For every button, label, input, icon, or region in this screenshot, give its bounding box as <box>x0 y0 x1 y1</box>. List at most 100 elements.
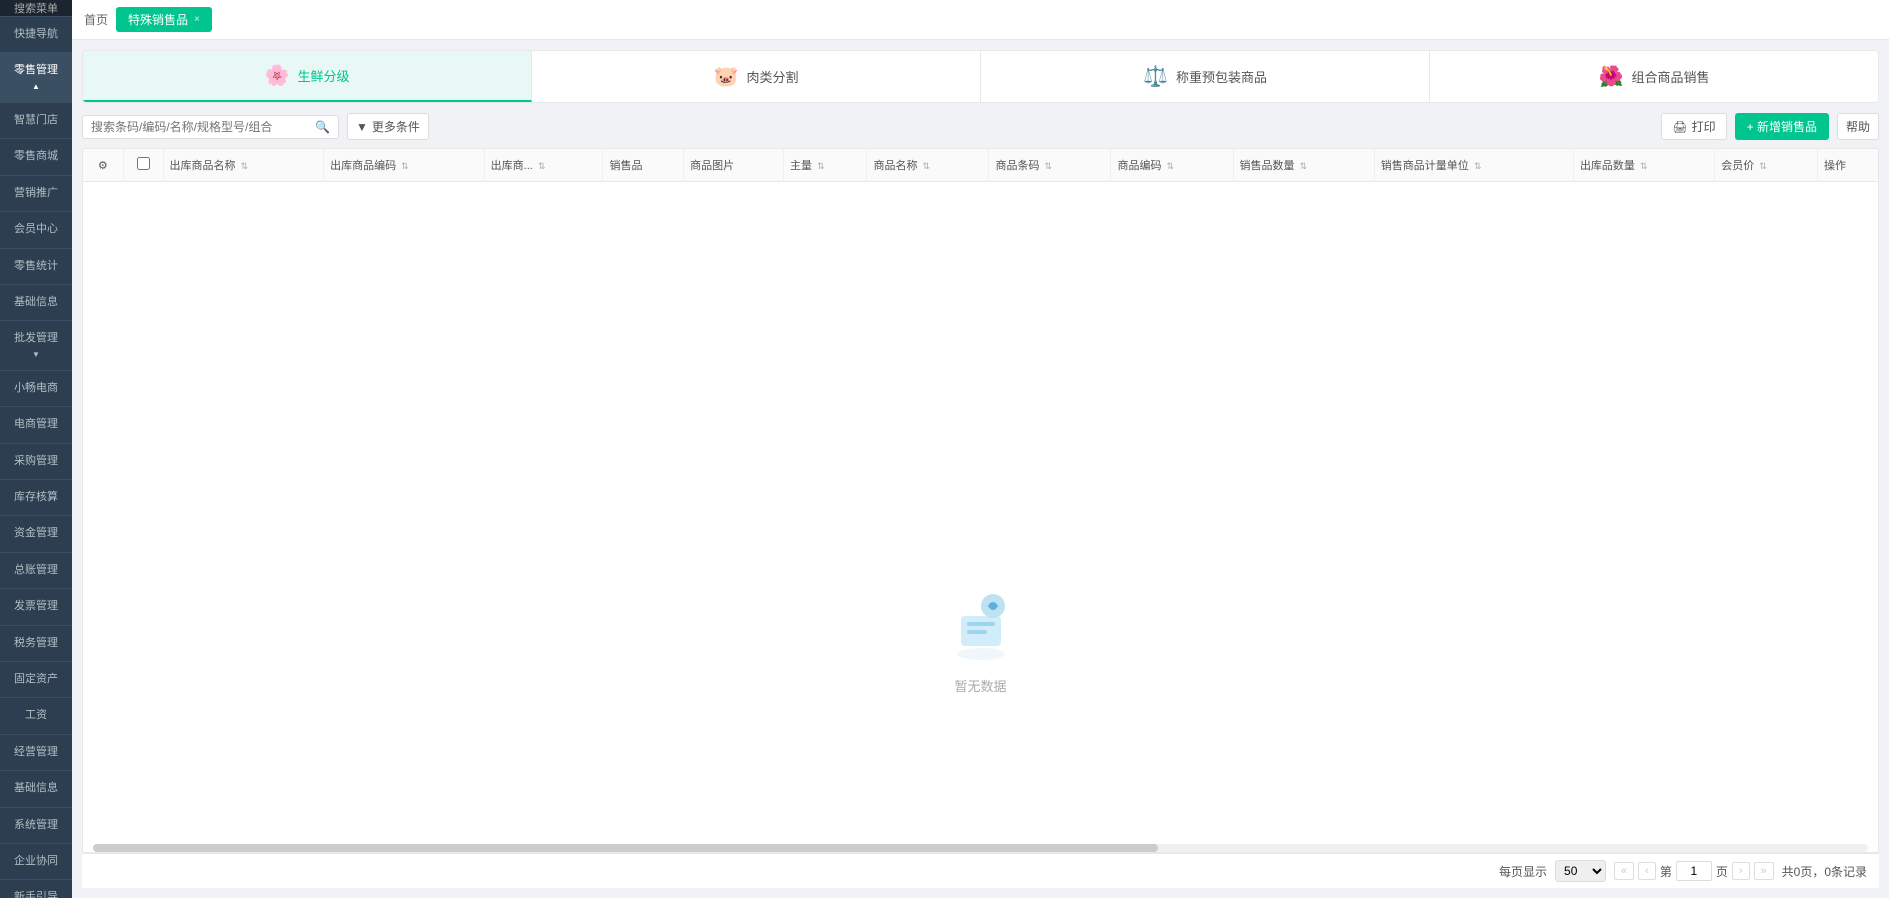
sidebar: 搜索菜单 快捷导航 零售管理 ▲ 智慧门店 零售商城 营销推广 会员中心 零售统… <box>0 0 72 898</box>
fresh-grade-icon: 🌸 <box>265 63 290 88</box>
sidebar-item-retail-mgmt[interactable]: 零售管理 ▲ <box>0 53 72 103</box>
tab-label: 特殊销售品 <box>128 11 188 28</box>
filter-icon: ▼ <box>356 120 368 134</box>
sort-icon-6[interactable]: ⇅ <box>1045 161 1053 171</box>
filter-label: 更多条件 <box>372 118 420 135</box>
sidebar-item-marketing[interactable]: 营销推广 <box>0 176 72 212</box>
last-page-button[interactable]: » <box>1754 862 1774 880</box>
cat-tab-combo-sales[interactable]: 🌺 组合商品销售 <box>1430 51 1878 102</box>
sidebar-item-fixed-assets[interactable]: 固定资产 <box>0 662 72 698</box>
weight-package-icon: ⚖️ <box>1143 64 1168 89</box>
sidebar-item-quick-nav[interactable]: 快捷导航 <box>0 17 72 53</box>
sort-icon-11[interactable]: ⇅ <box>1759 161 1767 171</box>
sidebar-item-mini-ecom[interactable]: 小畅电商 <box>0 371 72 407</box>
select-all-checkbox[interactable] <box>137 157 150 170</box>
combo-sales-icon: 🌺 <box>1599 64 1624 89</box>
meat-cut-icon: 🐷 <box>714 64 739 89</box>
sidebar-item-sys-mgmt[interactable]: 系统管理 <box>0 808 72 844</box>
horizontal-scrollbar[interactable] <box>93 844 1868 852</box>
sidebar-item-wages[interactable]: 工资 <box>0 698 72 734</box>
sidebar-item-finance[interactable]: 资金管理 <box>0 516 72 552</box>
sort-icon-8[interactable]: ⇅ <box>1300 161 1308 171</box>
th-sales-unit: 销售商品计量单位 ⇅ <box>1374 149 1573 182</box>
sidebar-item-corp[interactable]: 企业协同 <box>0 844 72 880</box>
sidebar-item-basic-info2[interactable]: 基础信息 <box>0 771 72 807</box>
print-button[interactable]: 🖨 打印 <box>1661 113 1726 140</box>
filter-button[interactable]: ▼ 更多条件 <box>347 113 429 140</box>
close-tab-button[interactable]: × <box>194 14 200 25</box>
sidebar-item-member[interactable]: 会员中心 <box>0 212 72 248</box>
main-area: 首页 特殊销售品 × 🌸 生鲜分级 🐷 肉类分割 ⚖️ 称重预包装商品 🌺 组合… <box>72 0 1889 898</box>
add-sales-product-button[interactable]: + 新增销售品 <box>1735 113 1829 140</box>
empty-state-text: 暂无数据 <box>954 676 1006 695</box>
cat-tab-meat-cut[interactable]: 🐷 肉类分割 <box>532 51 981 102</box>
data-table: ⚙ 出库商品名称 ⇅ 出库商品编码 ⇅ 出库商... <box>83 149 1878 182</box>
th-out-goods-spec: 出库商... ⇅ <box>484 149 603 182</box>
th-goods-image: 商品图片 <box>684 149 784 182</box>
table-container: ⚙ 出库商品名称 ⇅ 出库商品编码 ⇅ 出库商... <box>82 148 1879 853</box>
home-breadcrumb[interactable]: 首页 <box>84 11 108 28</box>
toolbar-right: 🖨 打印 + 新增销售品 帮助 <box>1661 113 1879 140</box>
page-number-input[interactable] <box>1676 861 1712 881</box>
th-goods-code: 商品编码 ⇅ <box>1111 149 1233 182</box>
sort-icon-2[interactable]: ⇅ <box>401 161 409 171</box>
table-header-row: ⚙ 出库商品名称 ⇅ 出库商品编码 ⇅ 出库商... <box>83 149 1878 182</box>
sidebar-item-invoice[interactable]: 发票管理 <box>0 589 72 625</box>
prev-page-button[interactable]: ‹ <box>1638 862 1656 880</box>
th-sales-qty: 销售品数量 ⇅ <box>1233 149 1374 182</box>
sidebar-item-retail-mall[interactable]: 零售商城 <box>0 139 72 175</box>
active-tab[interactable]: 特殊销售品 × <box>116 7 212 32</box>
sidebar-logo[interactable]: 搜索菜单 <box>0 0 72 17</box>
page-content: 🌸 生鲜分级 🐷 肉类分割 ⚖️ 称重预包装商品 🌺 组合商品销售 🔍 <box>72 40 1889 898</box>
search-box[interactable]: 🔍 <box>82 115 339 139</box>
sort-icon-10[interactable]: ⇅ <box>1640 161 1648 171</box>
sidebar-logo-text: 搜索菜单 <box>14 0 58 16</box>
cat-tab-fresh-grade-label: 生鲜分级 <box>297 66 349 85</box>
print-label: 打印 <box>1692 118 1716 135</box>
sidebar-item-tax[interactable]: 税务管理 <box>0 626 72 662</box>
sidebar-item-newbie[interactable]: 新手引导 <box>0 880 72 898</box>
sidebar-item-basic-info[interactable]: 基础信息 <box>0 285 72 321</box>
cat-tab-meat-cut-label: 肉类分割 <box>746 67 798 86</box>
sidebar-item-smart-store[interactable]: 智慧门店 <box>0 103 72 139</box>
sort-icon[interactable]: ⇅ <box>241 161 249 171</box>
th-config[interactable]: ⚙ <box>83 149 123 182</box>
th-out-qty: 出库品数量 ⇅ <box>1573 149 1714 182</box>
th-barcode: 商品条码 ⇅ <box>989 149 1111 182</box>
th-checkbox[interactable] <box>123 149 163 182</box>
scrollbar-thumb[interactable] <box>93 844 1158 852</box>
toolbar-left: 🔍 ▼ 更多条件 <box>82 113 429 140</box>
sidebar-item-retail-stats[interactable]: 零售统计 <box>0 249 72 285</box>
sort-icon-9[interactable]: ⇅ <box>1474 161 1482 171</box>
th-main-qty: 主量 ⇅ <box>784 149 867 182</box>
per-page-select[interactable]: 10 20 50 100 <box>1555 860 1606 882</box>
sidebar-item-inventory[interactable]: 库存核算 <box>0 480 72 516</box>
help-label: 帮助 <box>1846 120 1870 134</box>
cat-tab-weight-package-label: 称重预包装商品 <box>1176 67 1267 86</box>
sidebar-item-general-ledger[interactable]: 总账管理 <box>0 553 72 589</box>
sidebar-item-ecom-mgmt[interactable]: 电商管理 <box>0 407 72 443</box>
sidebar-item-wholesale[interactable]: 批发管理 ▼ <box>0 321 72 371</box>
th-out-goods-name: 出库商品名称 ⇅ <box>163 149 324 182</box>
th-actions: 操作 <box>1817 149 1878 182</box>
pagination: 每页显示 10 20 50 100 « ‹ 第 页 › » 共0页，0条记录 <box>82 853 1879 888</box>
empty-state: 暂无数据 <box>83 437 1878 845</box>
sort-icon-7[interactable]: ⇅ <box>1167 161 1175 171</box>
first-page-button[interactable]: « <box>1614 862 1634 880</box>
cat-tab-weight-package[interactable]: ⚖️ 称重预包装商品 <box>981 51 1430 102</box>
help-button[interactable]: 帮助 <box>1837 113 1879 140</box>
sort-icon-3[interactable]: ⇅ <box>538 161 546 171</box>
next-page-button[interactable]: › <box>1732 862 1750 880</box>
cat-tab-fresh-grade[interactable]: 🌸 生鲜分级 <box>83 51 532 102</box>
total-pages-label: 共0页，0条记录 <box>1782 863 1867 880</box>
add-label: + 新增销售品 <box>1747 118 1817 135</box>
sidebar-item-ops-mgmt[interactable]: 经营管理 <box>0 735 72 771</box>
sort-icon-5[interactable]: ⇅ <box>923 161 931 171</box>
sort-icon-4[interactable]: ⇅ <box>817 161 825 171</box>
sidebar-item-purchase[interactable]: 采购管理 <box>0 444 72 480</box>
search-input[interactable] <box>91 120 311 134</box>
page-label-after: 页 <box>1716 863 1728 880</box>
chevron-down-icon-2: ▼ <box>32 349 40 360</box>
topbar: 首页 特殊销售品 × <box>72 0 1889 40</box>
page-label-before: 第 <box>1660 863 1672 880</box>
